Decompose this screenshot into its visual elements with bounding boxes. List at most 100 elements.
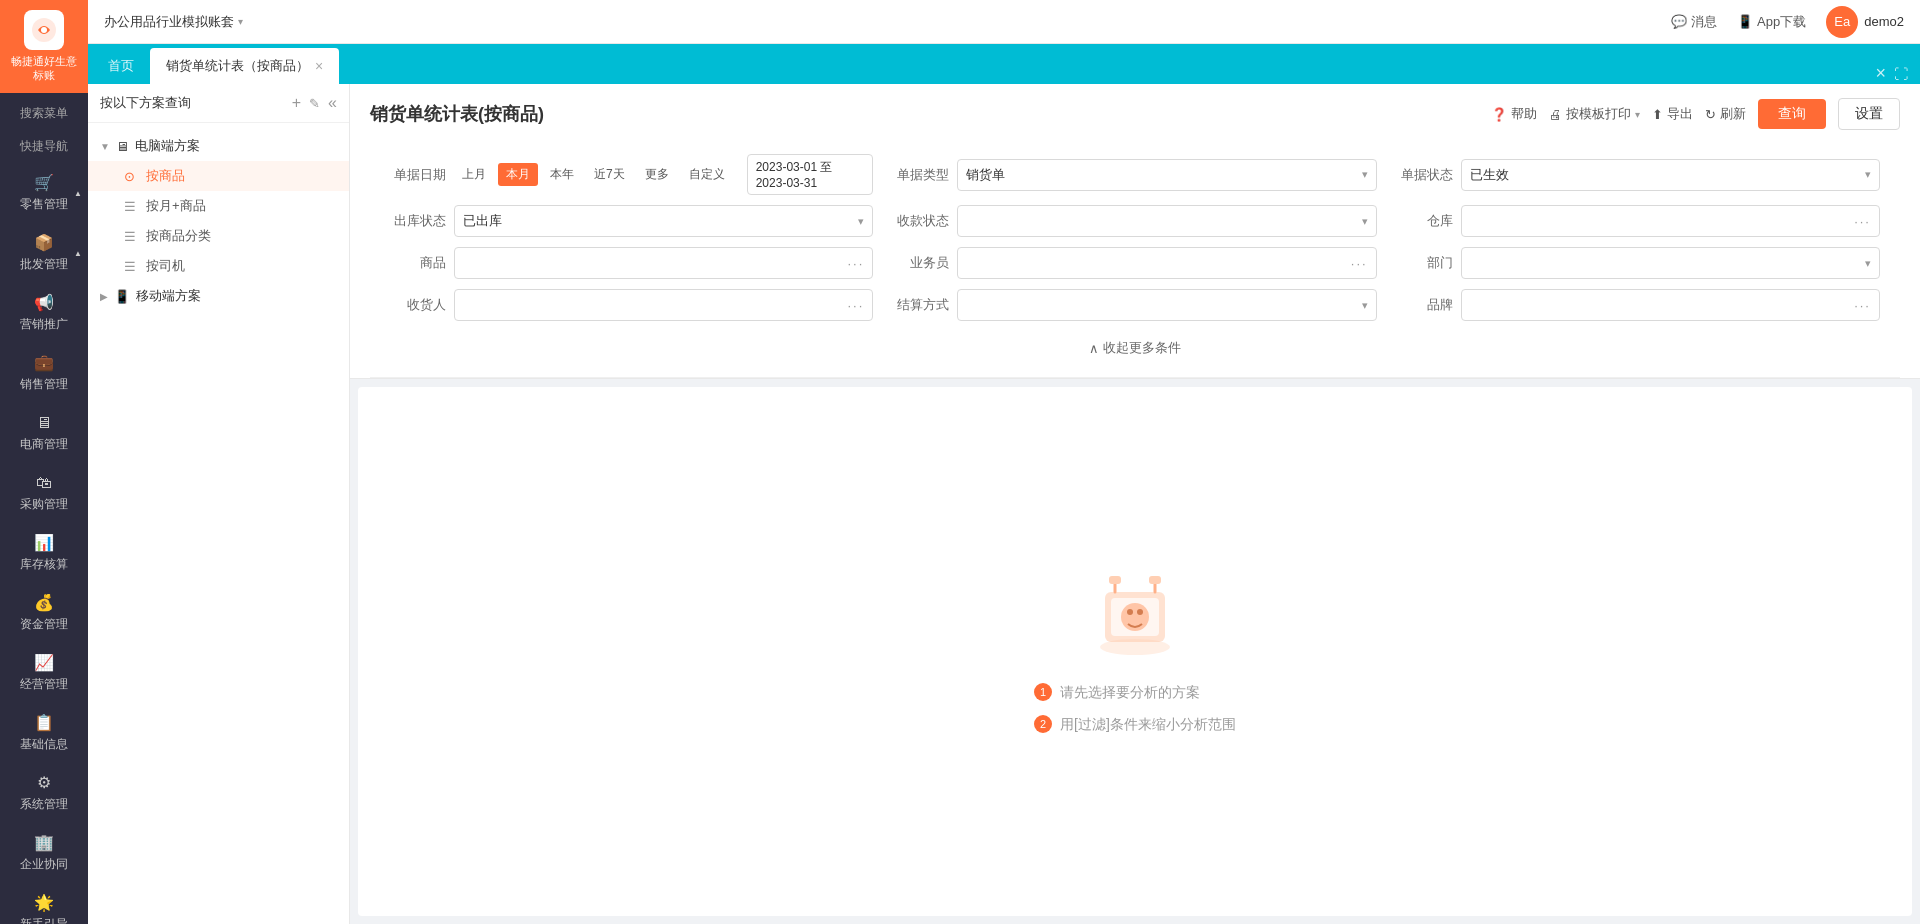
- collect-status-label: 收款状态: [893, 212, 957, 230]
- empty-state: 1 请先选择要分析的方案 2 用[过滤]条件来缩小分析范围: [358, 387, 1912, 916]
- enterprise-icon: 🏢: [34, 833, 54, 853]
- refresh-icon: ↻: [1705, 107, 1716, 122]
- collapse-button[interactable]: ∧ 收起更多条件: [390, 331, 1880, 365]
- print-button[interactable]: 🖨 按模板打印 ▾: [1549, 105, 1640, 123]
- topbar-right: 💬 消息 📱 App下载 Ea demo2: [1671, 6, 1904, 38]
- sidebar-item-retail[interactable]: 🛒 零售管理: [0, 163, 88, 223]
- tab-close-icon[interactable]: ×: [315, 59, 323, 73]
- settle-control[interactable]: ▾: [957, 289, 1376, 321]
- message-button[interactable]: 💬 消息: [1671, 13, 1717, 31]
- doc-status-label: 单据状态: [1397, 166, 1461, 184]
- product-control[interactable]: ···: [454, 247, 873, 279]
- collapse-icon: ∧: [1089, 341, 1099, 356]
- topbar-industry[interactable]: 办公用品行业模拟账套 ▾: [104, 13, 243, 31]
- filter-settle: 结算方式 ▾: [893, 289, 1376, 321]
- date-tab-last-month[interactable]: 上月: [454, 163, 494, 186]
- date-tabs: 上月 本月 本年 近7天 更多 自定义: [454, 163, 733, 186]
- date-tab-more[interactable]: 更多: [637, 163, 677, 186]
- scheme-icon-2: ☰: [124, 229, 140, 244]
- date-tab-this-month[interactable]: 本月: [498, 163, 538, 186]
- brand-control[interactable]: ···: [1461, 289, 1880, 321]
- export-button[interactable]: ⬆ 导出: [1652, 105, 1693, 123]
- scheme-active-icon: ⊙: [124, 169, 140, 184]
- sidebar-item-operation[interactable]: 📈 经营管理: [0, 643, 88, 703]
- product-label: 商品: [390, 254, 454, 272]
- date-tab-7days[interactable]: 近7天: [586, 163, 633, 186]
- empty-text: 1 请先选择要分析的方案 2 用[过滤]条件来缩小分析范围: [1034, 678, 1236, 742]
- app-download-button[interactable]: 📱 App下载: [1737, 13, 1806, 31]
- sidebar-search[interactable]: 搜索菜单: [0, 93, 88, 130]
- add-scheme-icon[interactable]: +: [292, 94, 301, 112]
- sidebar-item-guide[interactable]: 🌟 新手引导: [0, 883, 88, 924]
- sidebar-quick-nav[interactable]: 快捷导航: [0, 130, 88, 163]
- tree-group-desktop-header[interactable]: ▼ 🖥 电脑端方案: [88, 131, 349, 161]
- sidebar-item-purchase[interactable]: 🛍 采购管理: [0, 463, 88, 523]
- filter-out-status: 出库状态 已出库 ▾: [390, 205, 873, 237]
- svg-rect-10: [1109, 576, 1121, 584]
- receiver-more-icon: ···: [847, 298, 864, 313]
- salesman-control[interactable]: ···: [957, 247, 1376, 279]
- filter-warehouse: 仓库 ···: [1397, 205, 1880, 237]
- doc-status-control[interactable]: 已生效 ▾: [1461, 159, 1880, 191]
- sidebar: 畅捷通好生意 标账 搜索菜单 快捷导航 🛒 零售管理 📦 批发管理 📢 营销推广…: [0, 0, 88, 924]
- filter-row-3: 商品 ··· 业务员 ···: [390, 247, 1880, 279]
- refresh-button[interactable]: ↻ 刷新: [1705, 105, 1746, 123]
- mobile-group-icon: 📱: [114, 289, 130, 304]
- sidebar-item-finance[interactable]: 💰 资金管理: [0, 583, 88, 643]
- doc-type-label: 单据类型: [893, 166, 957, 184]
- edit-scheme-icon[interactable]: ✎: [309, 96, 320, 111]
- tree-group-mobile: ▶ 📱 移动端方案: [88, 281, 349, 311]
- expand-icon: ▼: [100, 141, 110, 152]
- desktop-group-icon: 🖥: [116, 139, 129, 154]
- query-button[interactable]: 查询: [1758, 99, 1826, 129]
- print-dropdown-icon: ▾: [1635, 109, 1640, 120]
- tree-item-by-cashier[interactable]: ☰ 按司机: [88, 251, 349, 281]
- warehouse-more-icon: ···: [1854, 214, 1871, 229]
- sidebar-item-system[interactable]: ⚙ 系统管理: [0, 763, 88, 823]
- date-tab-custom[interactable]: 自定义: [681, 163, 733, 186]
- settle-label: 结算方式: [893, 296, 957, 314]
- filter-dept: 部门 ▾: [1397, 247, 1880, 279]
- sidebar-item-marketing[interactable]: 📢 营销推广: [0, 283, 88, 343]
- tree-item-by-product[interactable]: ⊙ 按商品: [88, 161, 349, 191]
- filter-date: 单据日期 上月 本月 本年 近7天 更多 自定义: [390, 154, 873, 195]
- date-tab-this-year[interactable]: 本年: [542, 163, 582, 186]
- tab-home[interactable]: 首页: [92, 48, 150, 84]
- sidebar-item-basic[interactable]: 📋 基础信息: [0, 703, 88, 763]
- tree-item-by-month-product[interactable]: ☰ 按月+商品: [88, 191, 349, 221]
- tab-active[interactable]: 销货单统计表（按商品） ×: [150, 48, 339, 84]
- logo-area[interactable]: 畅捷通好生意 标账: [0, 0, 88, 93]
- empty-num-1: 1: [1034, 683, 1052, 701]
- dept-control[interactable]: ▾: [1461, 247, 1880, 279]
- filter-doc-status: 单据状态 已生效 ▾: [1397, 159, 1880, 191]
- sidebar-item-enterprise[interactable]: 🏢 企业协同: [0, 823, 88, 883]
- out-status-control[interactable]: 已出库 ▾: [454, 205, 873, 237]
- collect-status-control[interactable]: ▾: [957, 205, 1376, 237]
- left-panel-actions: + ✎ «: [292, 94, 337, 112]
- sidebar-item-wholesale[interactable]: 📦 批发管理: [0, 223, 88, 283]
- sidebar-item-sales[interactable]: 💼 销售管理: [0, 343, 88, 403]
- tree-item-by-category[interactable]: ☰ 按商品分类: [88, 221, 349, 251]
- page-actions: ❓ 帮助 🖨 按模板打印 ▾ ⬆ 导出 ↻: [1491, 98, 1900, 130]
- receiver-control[interactable]: ···: [454, 289, 873, 321]
- dept-dropdown-icon: ▾: [1865, 257, 1871, 270]
- marketing-icon: 📢: [34, 293, 54, 313]
- industry-dropdown-icon: ▾: [238, 16, 243, 27]
- user-area[interactable]: Ea demo2: [1826, 6, 1904, 38]
- sidebar-item-ecommerce[interactable]: 🖥 电商管理: [0, 403, 88, 463]
- help-button[interactable]: ❓ 帮助: [1491, 105, 1537, 123]
- settings-button[interactable]: 设置: [1838, 98, 1900, 130]
- doc-type-control[interactable]: 销货单 ▾: [957, 159, 1376, 191]
- date-range-input[interactable]: 2023-03-01 至 2023-03-31: [747, 154, 874, 195]
- tree-group-mobile-header[interactable]: ▶ 📱 移动端方案: [88, 281, 349, 311]
- filter-collect-status: 收款状态 ▾: [893, 205, 1376, 237]
- tab-maximize-icon[interactable]: ⛶: [1894, 66, 1908, 82]
- dept-label: 部门: [1397, 254, 1461, 272]
- tab-close-all-icon[interactable]: ×: [1875, 63, 1886, 84]
- warehouse-control[interactable]: ···: [1461, 205, 1880, 237]
- collapse-panel-icon[interactable]: «: [328, 94, 337, 112]
- filter-receiver: 收货人 ···: [390, 289, 873, 321]
- sidebar-item-inventory[interactable]: 📊 库存核算: [0, 523, 88, 583]
- empty-num-2: 2: [1034, 715, 1052, 733]
- help-icon: ❓: [1491, 107, 1507, 122]
